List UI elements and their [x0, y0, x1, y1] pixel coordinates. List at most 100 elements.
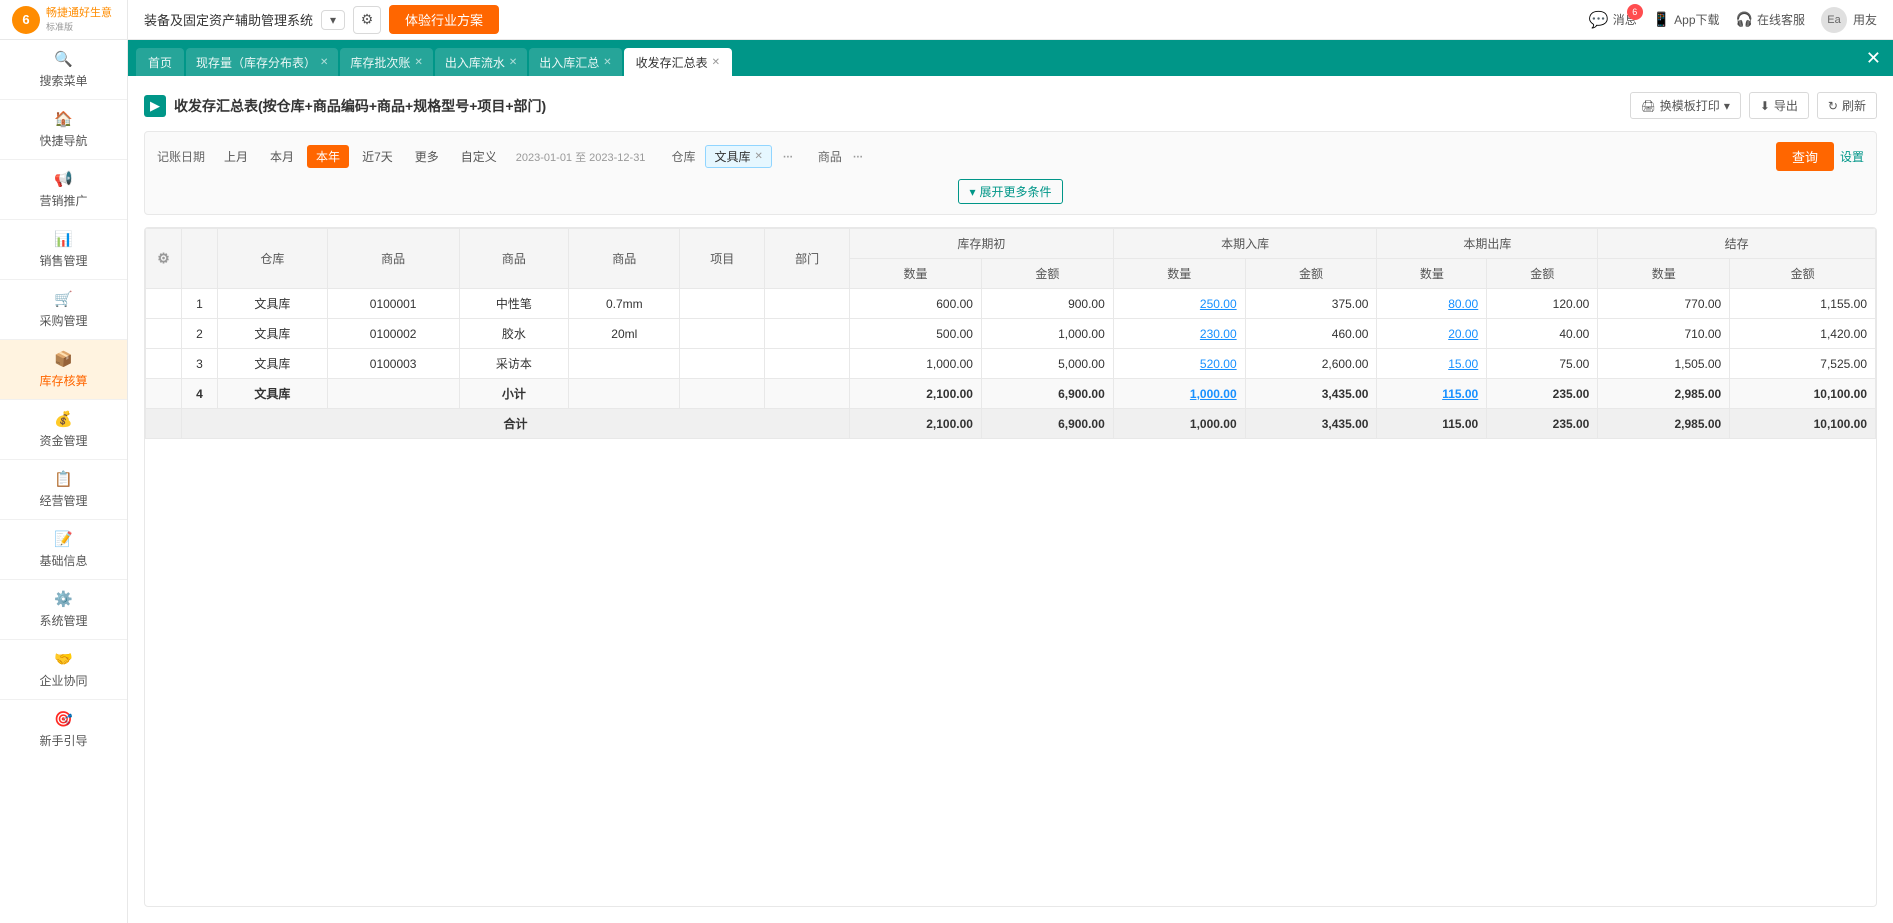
row-out-qty[interactable]: 20.00 [1377, 319, 1487, 349]
row-out-qty[interactable]: 15.00 [1377, 349, 1487, 379]
warehouse-tag[interactable]: 文具库 ✕ [705, 145, 771, 168]
row-no: 4 [182, 379, 218, 409]
sidebar-item-quick-nav[interactable]: 🏠 快捷导航 [0, 100, 127, 160]
mobile-icon: 📱 [1653, 11, 1670, 28]
warehouse-tag-close-icon[interactable]: ✕ [754, 151, 762, 162]
total-in-amt: 3,435.00 [1245, 409, 1377, 439]
tab-close-icon[interactable]: ✕ [603, 57, 611, 68]
expand-arrow[interactable]: ▶ [144, 95, 166, 117]
page-content: ▶ 收发存汇总表(按仓库+商品编码+商品+规格型号+项目+部门) 🖨 换模板打印… [128, 76, 1893, 923]
date-custom-btn[interactable]: 自定义 [452, 145, 506, 168]
sales-icon: 📊 [54, 230, 73, 248]
total-no-cell: 合计 [182, 409, 850, 439]
query-btn[interactable]: 查询 [1776, 142, 1834, 171]
system-selector[interactable]: ▾ [321, 10, 345, 30]
col-no-header [182, 229, 218, 289]
tab-close-icon[interactable]: ✕ [509, 57, 517, 68]
marketing-icon: 📢 [54, 170, 73, 188]
sidebar-item-label: 企业协同 [39, 672, 87, 689]
sidebar-item-basic-info[interactable]: 📝 基础信息 [0, 520, 127, 580]
sidebar-item-guide[interactable]: 🎯 新手引导 [0, 700, 127, 759]
tab-close-icon-active[interactable]: ✕ [712, 57, 720, 68]
app-download-btn[interactable]: 📱 App下载 [1653, 11, 1720, 28]
row-open-amt: 5,000.00 [981, 349, 1113, 379]
row-project [680, 319, 765, 349]
row-code: 0100001 [327, 289, 459, 319]
sidebar-item-enterprise[interactable]: 🤝 企业协同 [0, 640, 127, 700]
sidebar-item-marketing[interactable]: 📢 营销推广 [0, 160, 127, 220]
tab-in-out-summary[interactable]: 出入库汇总 ✕ [529, 48, 621, 76]
row-code [327, 379, 459, 409]
finance-icon: 💰 [54, 410, 73, 428]
message-badge: 6 [1627, 4, 1643, 20]
row-dept [765, 289, 850, 319]
tab-in-out-flow[interactable]: 出入库流水 ✕ [435, 48, 527, 76]
tab-inventory-dist[interactable]: 现存量（库存分布表） ✕ [186, 48, 338, 76]
tab-batch-ledger[interactable]: 库存批次账 ✕ [340, 48, 432, 76]
export-btn[interactable]: ⬇ 导出 [1749, 92, 1809, 119]
tab-bar-close-btn[interactable]: ✕ [1862, 48, 1885, 69]
try-industry-btn[interactable]: 体验行业方案 [389, 5, 499, 34]
tab-home[interactable]: 首页 [136, 48, 184, 76]
date-more-btn[interactable]: 更多 [406, 145, 448, 168]
row-open-qty: 600.00 [850, 289, 982, 319]
refresh-btn[interactable]: ↻ 刷新 [1817, 92, 1877, 119]
sidebar-item-system[interactable]: ⚙️ 系统管理 [0, 580, 127, 640]
row-spec: 20ml [569, 319, 680, 349]
row-project [680, 349, 765, 379]
col-opening-header: 库存期初 [850, 229, 1114, 259]
online-service-btn[interactable]: 🎧 在线客服 [1736, 11, 1805, 28]
date-7days-btn[interactable]: 近7天 [353, 145, 402, 168]
sidebar-item-sales[interactable]: 📊 销售管理 [0, 220, 127, 280]
row-bal-qty: 710.00 [1598, 319, 1730, 349]
sidebar-item-search[interactable]: 🔍 搜索菜单 [0, 40, 127, 100]
settings-link-btn[interactable]: 设置 [1840, 142, 1864, 171]
top-header: 6 畅捷通好生意 标准版 装备及固定资产辅助管理系统 ▾ ⚙ 体验行业方案 💬 … [0, 0, 1893, 40]
total-in-qty: 1,000.00 [1113, 409, 1245, 439]
row-warehouse: 文具库 [218, 349, 328, 379]
total-out-qty: 115.00 [1377, 409, 1487, 439]
template-print-label: 换模板打印 [1660, 97, 1720, 114]
row-no: 3 [182, 349, 218, 379]
col-code-header: 商品 [327, 229, 459, 289]
row-in-qty[interactable]: 520.00 [1113, 349, 1245, 379]
total-bal-qty: 2,985.00 [1598, 409, 1730, 439]
expand-more-btn[interactable]: ▾ 展开更多条件 [958, 179, 1062, 204]
logo-area: 6 畅捷通好生意 标准版 [0, 0, 128, 39]
row-code: 0100003 [327, 349, 459, 379]
sidebar-item-finance[interactable]: 💰 资金管理 [0, 400, 127, 460]
app-download-label: App下载 [1674, 11, 1719, 28]
sidebar-item-inventory[interactable]: 📦 库存核算 [0, 340, 127, 400]
row-open-amt: 1,000.00 [981, 319, 1113, 349]
tab-close-icon[interactable]: ✕ [320, 57, 328, 68]
row-out-qty[interactable]: 115.00 [1377, 379, 1487, 409]
date-last-month-btn[interactable]: 上月 [215, 145, 257, 168]
row-out-qty[interactable]: 80.00 [1377, 289, 1487, 319]
sidebar-item-operations[interactable]: 📋 经营管理 [0, 460, 127, 520]
tab-home-label: 首页 [148, 54, 172, 71]
table-settings-icon[interactable]: ⚙ [157, 250, 170, 266]
row-in-qty[interactable]: 250.00 [1113, 289, 1245, 319]
sidebar-item-purchase[interactable]: 🛒 采购管理 [0, 280, 127, 340]
date-this-year-btn[interactable]: 本年 [307, 145, 349, 168]
template-print-btn[interactable]: 🖨 换模板打印 ▾ [1630, 92, 1741, 119]
col-out-header: 本期出库 [1377, 229, 1598, 259]
product-dots[interactable]: ··· [852, 148, 862, 166]
col-project-header: 项目 [680, 229, 765, 289]
message-btn[interactable]: 💬 6 消息 [1589, 10, 1637, 30]
date-label: 记账日期 [157, 148, 205, 165]
logo-badge: 标准版 [46, 20, 112, 33]
row-project [680, 289, 765, 319]
tab-receive-send-summary[interactable]: 收发存汇总表 ✕ [624, 48, 732, 76]
row-in-qty[interactable]: 230.00 [1113, 319, 1245, 349]
user-area[interactable]: Ea 用友 [1821, 7, 1877, 33]
tab-close-icon[interactable]: ✕ [414, 57, 422, 68]
header-right: 💬 6 消息 📱 App下载 🎧 在线客服 Ea 用友 [1589, 7, 1893, 33]
warehouse-dots[interactable]: ··· [782, 148, 792, 166]
row-bal-amt: 10,100.00 [1730, 379, 1876, 409]
gear-icon-btn[interactable]: ⚙ [353, 6, 381, 34]
date-this-month-btn[interactable]: 本月 [261, 145, 303, 168]
total-row: 合计 2,100.00 6,900.00 1,000.00 3,435.00 1… [146, 409, 1876, 439]
col-in-header: 本期入库 [1113, 229, 1377, 259]
row-in-qty[interactable]: 1,000.00 [1113, 379, 1245, 409]
